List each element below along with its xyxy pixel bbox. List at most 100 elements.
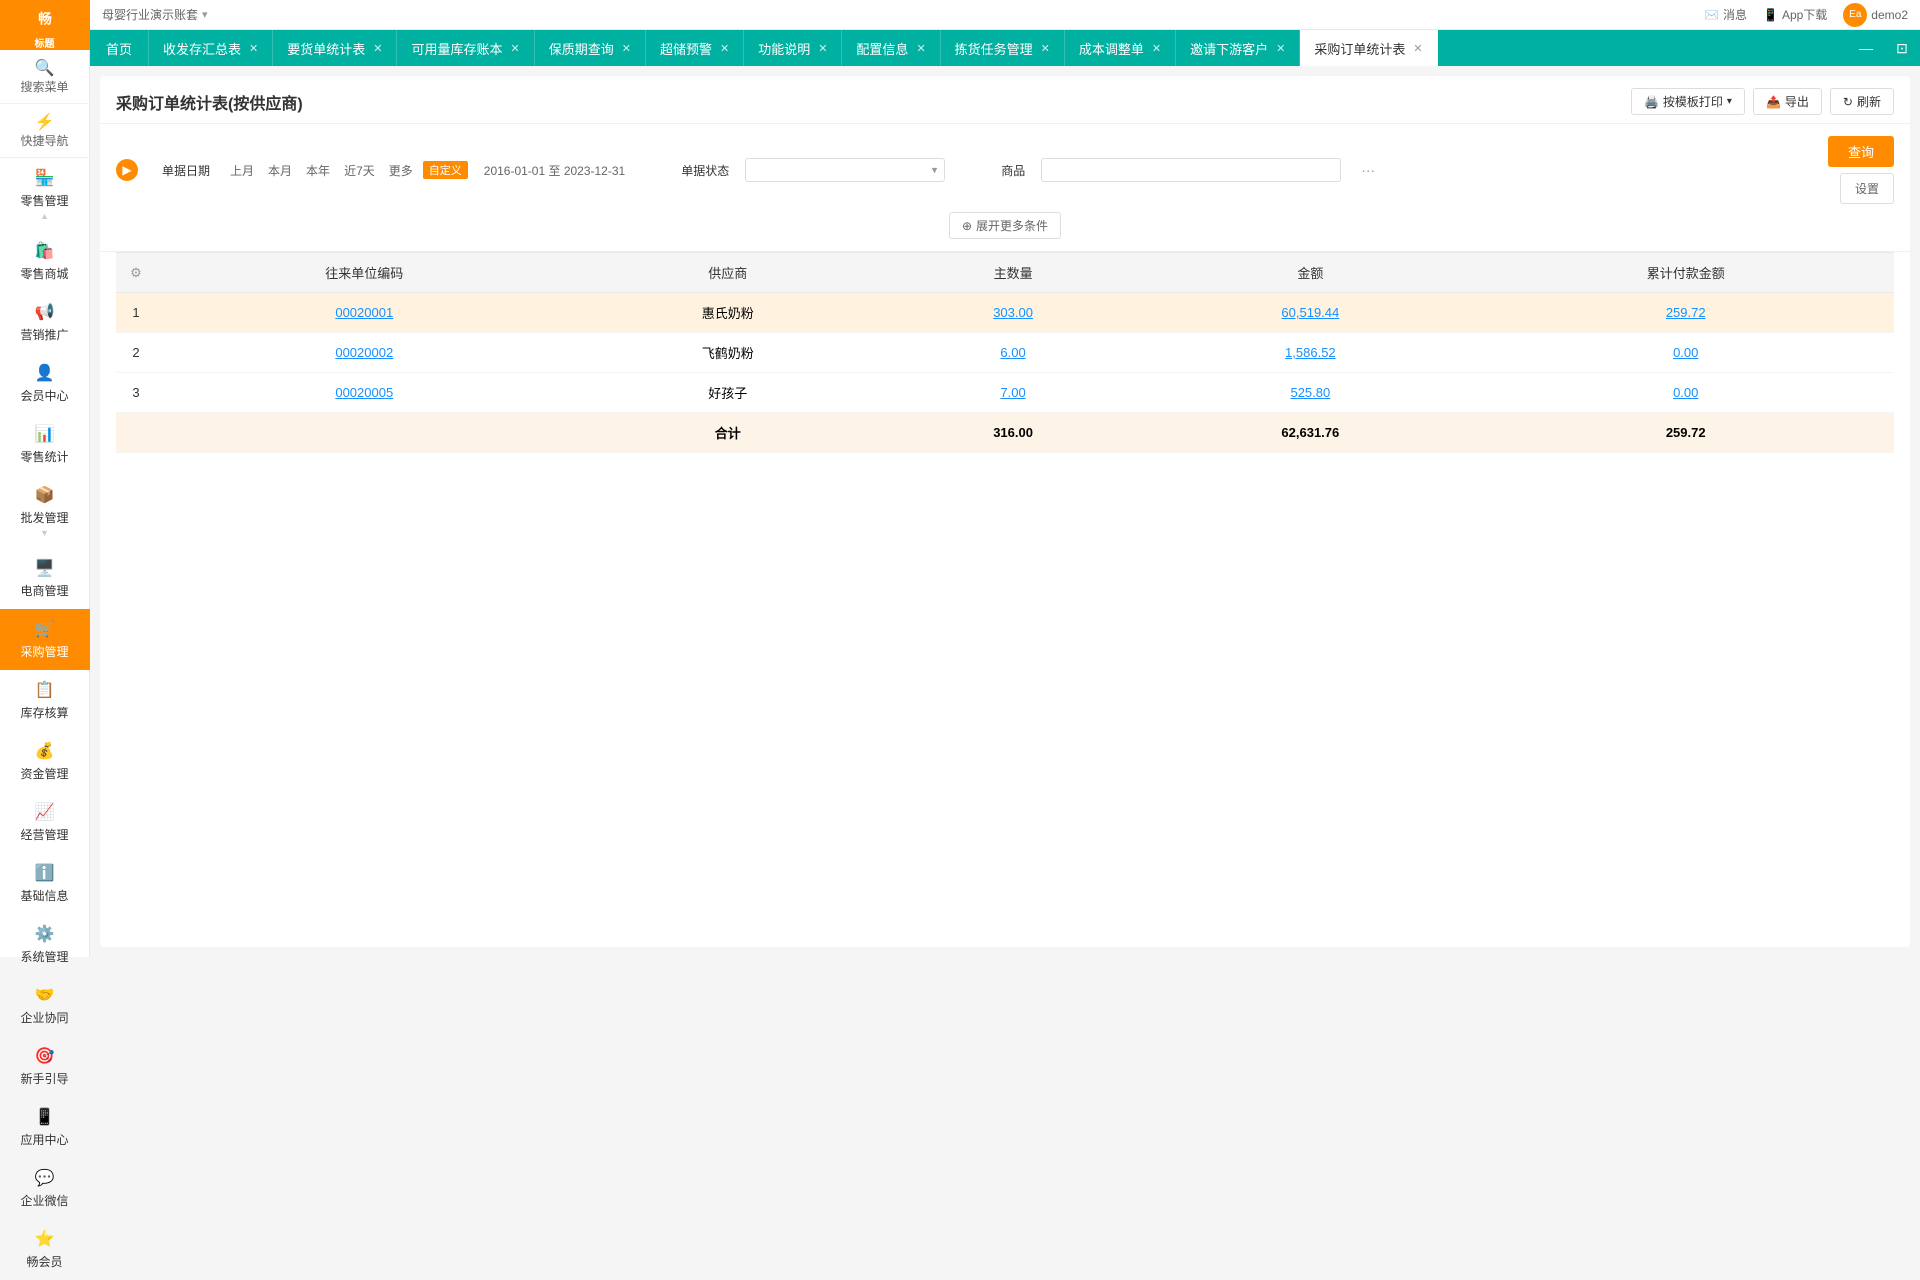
close-overstock-tab[interactable]: ✕ xyxy=(720,42,729,55)
minimize-btn[interactable]: — xyxy=(1848,30,1884,66)
amount-link-2[interactable]: 1,586.52 xyxy=(1285,345,1336,360)
paid-link-1[interactable]: 259.72 xyxy=(1666,305,1706,320)
industry-selector[interactable]: 母婴行业演示账套 ▾ xyxy=(102,6,208,23)
amount-link-1[interactable]: 60,519.44 xyxy=(1281,305,1339,320)
sidebar-item-member2[interactable]: ⭐ 畅会员 xyxy=(0,1219,90,1280)
sidebar-item-inventory[interactable]: 📋 库存核算 xyxy=(0,670,90,731)
qty-link-3[interactable]: 7.00 xyxy=(1000,385,1025,400)
code-link-2[interactable]: 00020002 xyxy=(335,345,393,360)
code-link-1[interactable]: 00020001 xyxy=(335,305,393,320)
navtab-end: — ⊡ xyxy=(1848,30,1920,66)
logo[interactable]: 畅 标题 xyxy=(0,0,90,50)
shortcut-this-month[interactable]: 本月 xyxy=(264,160,296,181)
print-icon: 🖨️ xyxy=(1644,95,1659,109)
close-collection-tab[interactable]: ✕ xyxy=(249,42,258,55)
picking-tab-label: 拣货任务管理 xyxy=(955,39,1033,58)
sidebar-item-retail[interactable]: 🏪 零售管理 ▲ xyxy=(0,158,90,231)
tab-requisition[interactable]: 要货单统计表 ✕ xyxy=(273,30,397,66)
amount-link-3[interactable]: 525.80 xyxy=(1290,385,1330,400)
sidebar-item-corpwechat[interactable]: 💬 企业微信 xyxy=(0,1158,90,1219)
sidebar-item-marketing[interactable]: 📢 营销推广 xyxy=(0,292,90,353)
settings-button[interactable]: 设置 xyxy=(1840,173,1894,204)
goods-more-btn[interactable]: ··· xyxy=(1357,162,1379,178)
footer-empty-2 xyxy=(156,413,573,453)
tab-collection[interactable]: 收发存汇总表 ✕ xyxy=(149,30,273,66)
system-icon: ⚙️ xyxy=(35,924,55,944)
goods-label: 商品 xyxy=(1001,162,1025,179)
sidebar-item-member[interactable]: 👤 会员中心 xyxy=(0,353,90,414)
expand-label: 展开更多条件 xyxy=(976,217,1048,234)
user-profile[interactable]: Ea demo2 xyxy=(1843,3,1908,27)
tab-cost[interactable]: 成本调整单 ✕ xyxy=(1065,30,1176,66)
tab-purchase-stat[interactable]: 采购订单统计表 ✕ xyxy=(1300,30,1437,66)
settings-icon[interactable]: ⚙ xyxy=(130,265,142,280)
close-invite-tab[interactable]: ✕ xyxy=(1276,42,1285,55)
maximize-btn[interactable]: ⊡ xyxy=(1884,30,1920,66)
status-label: 单据状态 xyxy=(681,162,729,179)
main-area: 母婴行业演示账套 ▾ ✉️ 消息 📱 App下载 Ea demo2 首页 收发存… xyxy=(90,0,1920,957)
close-available-tab[interactable]: ✕ xyxy=(511,42,520,55)
expand-more-btn[interactable]: ⊕ 展开更多条件 xyxy=(949,212,1061,239)
tab-available[interactable]: 可用量库存账本 ✕ xyxy=(397,30,534,66)
row-num-1: 1 xyxy=(116,293,156,333)
shortcut-more[interactable]: 更多 xyxy=(385,160,417,181)
col-code: 往来单位编码 xyxy=(156,253,573,293)
close-purchase-stat-tab[interactable]: ✕ xyxy=(1413,42,1422,55)
sidebar-item-finance[interactable]: 💰 资金管理 xyxy=(0,731,90,792)
qty-1: 303.00 xyxy=(883,293,1143,333)
close-expiry-tab[interactable]: ✕ xyxy=(622,42,631,55)
close-config-tab[interactable]: ✕ xyxy=(916,42,925,55)
purchase-stat-tab-label: 采购订单统计表 xyxy=(1314,39,1405,58)
sidebar-item-retail-mall[interactable]: 🛍️ 零售商城 xyxy=(0,231,90,292)
tab-picking[interactable]: 拣货任务管理 ✕ xyxy=(941,30,1065,66)
sidebar-item-newguide[interactable]: 🎯 新手引导 xyxy=(0,1036,90,1097)
message-btn[interactable]: ✉️ 消息 xyxy=(1704,6,1747,23)
collection-tab-label: 收发存汇总表 xyxy=(163,39,241,58)
tab-config[interactable]: 配置信息 ✕ xyxy=(842,30,940,66)
sidebar-item-ecommerce[interactable]: 🖥️ 电商管理 xyxy=(0,548,90,609)
requisition-tab-label: 要货单统计表 xyxy=(287,39,365,58)
goods-input[interactable] xyxy=(1041,158,1341,182)
close-cost-tab[interactable]: ✕ xyxy=(1152,42,1161,55)
paid-link-3[interactable]: 0.00 xyxy=(1673,385,1698,400)
close-picking-tab[interactable]: ✕ xyxy=(1041,42,1050,55)
sidebar-item-search[interactable]: 🔍 搜索菜单 xyxy=(0,50,90,104)
print-button[interactable]: 🖨️ 按模板打印 ▾ xyxy=(1631,88,1745,115)
retail-icon: 🏪 xyxy=(35,168,55,188)
wholesale-icon: 📦 xyxy=(35,485,55,505)
qty-link-2[interactable]: 6.00 xyxy=(1000,345,1025,360)
shortcut-this-year[interactable]: 本年 xyxy=(302,160,334,181)
tab-overstock[interactable]: 超储预警 ✕ xyxy=(646,30,744,66)
sidebar-item-enterprise[interactable]: 🤝 企业协同 xyxy=(0,975,90,1036)
app-download-btn[interactable]: 📱 App下载 xyxy=(1763,6,1827,23)
sidebar-item-quicknav[interactable]: ⚡ 快捷导航 xyxy=(0,104,90,158)
tab-invite[interactable]: 邀请下游客户 ✕ xyxy=(1176,30,1300,66)
custom-date-tag[interactable]: 自定义 xyxy=(423,161,468,179)
overstock-tab-label: 超储预警 xyxy=(660,39,712,58)
code-link-3[interactable]: 00020005 xyxy=(335,385,393,400)
filter-toggle[interactable]: ▶ xyxy=(116,159,138,181)
tab-funcguide[interactable]: 功能说明 ✕ xyxy=(744,30,842,66)
tab-expiry[interactable]: 保质期查询 ✕ xyxy=(535,30,646,66)
refresh-label: 刷新 xyxy=(1857,93,1881,110)
sidebar-item-purchase[interactable]: 🛒 采购管理 xyxy=(0,609,90,670)
shortcut-last-month[interactable]: 上月 xyxy=(226,160,258,181)
close-requisition-tab[interactable]: ✕ xyxy=(373,42,382,55)
paid-link-2[interactable]: 0.00 xyxy=(1673,345,1698,360)
sidebar-item-wholesale[interactable]: 📦 批发管理 ▼ xyxy=(0,475,90,548)
qty-link-1[interactable]: 303.00 xyxy=(993,305,1033,320)
query-button[interactable]: 查询 xyxy=(1828,136,1894,167)
sidebar-item-retail-stat[interactable]: 📊 零售统计 xyxy=(0,414,90,475)
shortcut-7days[interactable]: 近7天 xyxy=(340,160,379,181)
close-funcguide-tab[interactable]: ✕ xyxy=(818,42,827,55)
sidebar-item-appcenter[interactable]: 📱 应用中心 xyxy=(0,1097,90,1158)
sidebar-item-operation[interactable]: 📈 经营管理 xyxy=(0,792,90,853)
sidebar-item-basic[interactable]: ℹ️ 基础信息 xyxy=(0,853,90,914)
table-footer: 合计 316.00 62,631.76 259.72 xyxy=(116,413,1894,453)
tab-home[interactable]: 首页 xyxy=(90,30,149,66)
refresh-button[interactable]: ↻ 刷新 xyxy=(1830,88,1894,115)
sidebar-item-system[interactable]: ⚙️ 系统管理 xyxy=(0,914,90,975)
export-button[interactable]: 📤 导出 xyxy=(1753,88,1822,115)
status-select[interactable] xyxy=(745,158,945,182)
row-num-3: 3 xyxy=(116,373,156,413)
